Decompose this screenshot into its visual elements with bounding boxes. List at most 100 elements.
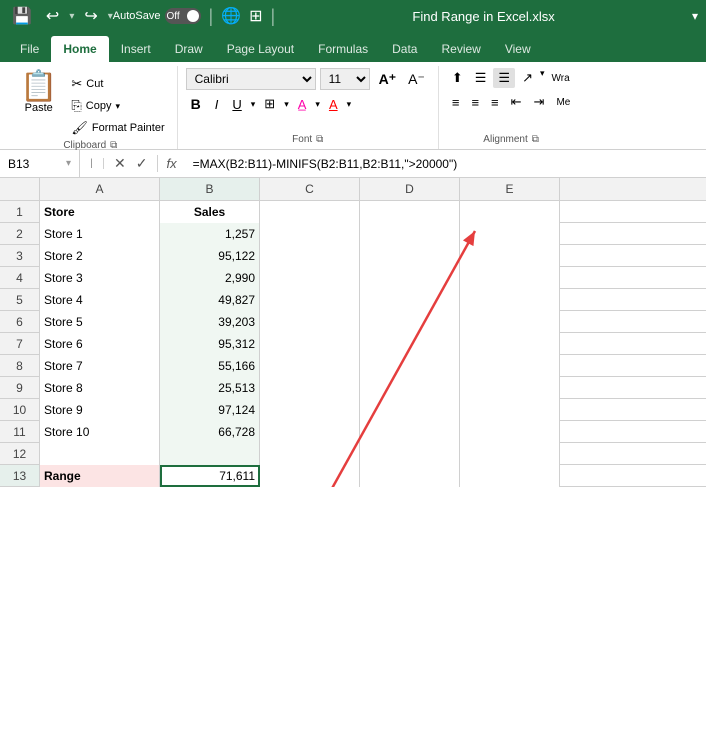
clipboard-expand[interactable]: ⧉ (110, 140, 117, 151)
row-header-9[interactable]: 9 (0, 377, 39, 399)
cell-d10[interactable] (360, 399, 460, 421)
font-color-button[interactable]: A (324, 95, 343, 114)
tab-review[interactable]: Review (429, 36, 492, 62)
col-header-a[interactable]: A (40, 178, 160, 200)
cell-d8[interactable] (360, 355, 460, 377)
align-center-button[interactable]: ≡ (466, 92, 484, 112)
tab-home[interactable]: Home (51, 36, 108, 62)
font-expand[interactable]: ⧉ (316, 134, 323, 145)
cell-e7[interactable] (460, 333, 560, 355)
cell-d12[interactable] (360, 443, 460, 465)
row-header-6[interactable]: 6 (0, 311, 39, 333)
cell-a3[interactable]: Store 2 (40, 245, 160, 267)
cell-reference-box[interactable]: B13 ▾ (0, 150, 80, 177)
cell-e1[interactable] (460, 201, 560, 223)
formula-cancel-button[interactable]: ✕ (110, 155, 130, 172)
row-header-13[interactable]: 13 (0, 465, 39, 487)
cell-a12[interactable] (40, 443, 160, 465)
cell-a6[interactable]: Store 5 (40, 311, 160, 333)
cell-e4[interactable] (460, 267, 560, 289)
orientation-dropdown[interactable]: ▾ (540, 68, 545, 88)
tab-insert[interactable]: Insert (109, 36, 163, 62)
cell-c8[interactable] (260, 355, 360, 377)
orientation-button[interactable]: ↗ (517, 68, 538, 88)
row-header-12[interactable]: 12 (0, 443, 39, 465)
formula-input[interactable] (185, 157, 706, 171)
decrease-indent-button[interactable]: ⇤ (506, 92, 527, 112)
increase-indent-button[interactable]: ⇥ (529, 92, 550, 112)
cell-b4[interactable]: 2,990 (160, 267, 260, 289)
align-left-button[interactable]: ≡ (447, 92, 465, 112)
cell-b9[interactable]: 25,513 (160, 377, 260, 399)
cell-a2[interactable]: Store 1 (40, 223, 160, 245)
tab-data[interactable]: Data (380, 36, 429, 62)
italic-button[interactable]: I (210, 95, 224, 114)
col-header-d[interactable]: D (360, 178, 460, 200)
cell-d2[interactable] (360, 223, 460, 245)
fill-color-button[interactable]: A̲ (293, 95, 312, 114)
wrap-text-button[interactable]: Wra (547, 68, 575, 88)
align-middle-button[interactable]: ☰ (470, 68, 492, 88)
row-header-7[interactable]: 7 (0, 333, 39, 355)
copy-button[interactable]: ⎘ Copy ▾ (67, 96, 168, 116)
cell-b5[interactable]: 49,827 (160, 289, 260, 311)
row-header-3[interactable]: 3 (0, 245, 39, 267)
cell-d9[interactable] (360, 377, 460, 399)
cell-c5[interactable] (260, 289, 360, 311)
row-header-5[interactable]: 5 (0, 289, 39, 311)
border-dropdown[interactable]: ▾ (284, 99, 289, 110)
cell-a1[interactable]: Store (40, 201, 160, 223)
font-color-dropdown[interactable]: ▾ (347, 99, 352, 110)
cell-e10[interactable] (460, 399, 560, 421)
cell-a11[interactable]: Store 10 (40, 421, 160, 443)
cell-a7[interactable]: Store 6 (40, 333, 160, 355)
cell-c6[interactable] (260, 311, 360, 333)
cell-e12[interactable] (460, 443, 560, 465)
cell-a5[interactable]: Store 4 (40, 289, 160, 311)
cell-b7[interactable]: 95,312 (160, 333, 260, 355)
font-size-increase[interactable]: A⁺ (374, 69, 402, 90)
title-dropdown[interactable]: ▾ (692, 9, 698, 23)
cell-c9[interactable] (260, 377, 360, 399)
redo-icon[interactable]: ↪ (80, 4, 101, 28)
cell-d4[interactable] (360, 267, 460, 289)
cell-d7[interactable] (360, 333, 460, 355)
formula-confirm-button[interactable]: ✓ (132, 155, 152, 172)
underline-dropdown[interactable]: ▾ (251, 99, 256, 110)
cell-d5[interactable] (360, 289, 460, 311)
cell-b6[interactable]: 39,203 (160, 311, 260, 333)
tab-file[interactable]: File (8, 36, 51, 62)
cell-b8[interactable]: 55,166 (160, 355, 260, 377)
cell-a8[interactable]: Store 7 (40, 355, 160, 377)
align-right-button[interactable]: ≡ (486, 92, 504, 112)
cell-e2[interactable] (460, 223, 560, 245)
row-header-11[interactable]: 11 (0, 421, 39, 443)
cell-c3[interactable] (260, 245, 360, 267)
col-header-e[interactable]: E (460, 178, 560, 200)
align-top-button[interactable]: ⬆ (447, 68, 468, 88)
cell-c4[interactable] (260, 267, 360, 289)
cell-b2[interactable]: 1,257 (160, 223, 260, 245)
row-header-1[interactable]: 1 (0, 201, 39, 223)
cell-ref-dropdown[interactable]: ▾ (66, 158, 71, 169)
cut-button[interactable]: ✂ Cut (67, 74, 168, 94)
align-bottom-button[interactable]: ☰ (493, 68, 515, 88)
cell-a9[interactable]: Store 8 (40, 377, 160, 399)
cell-c12[interactable] (260, 443, 360, 465)
copy-dropdown[interactable]: ▾ (115, 101, 120, 112)
cell-d13[interactable] (360, 465, 460, 487)
cell-c2[interactable] (260, 223, 360, 245)
cell-c10[interactable] (260, 399, 360, 421)
autosave-toggle[interactable]: Off (165, 8, 201, 24)
cell-d11[interactable] (360, 421, 460, 443)
font-size-decrease[interactable]: A⁻ (403, 69, 430, 90)
font-size-select[interactable]: 11 (320, 68, 370, 90)
border-button[interactable]: ⊞ (259, 94, 280, 114)
cell-a13[interactable]: Range (40, 465, 160, 487)
bold-button[interactable]: B (186, 94, 206, 114)
cell-b3[interactable]: 95,122 (160, 245, 260, 267)
cell-e6[interactable] (460, 311, 560, 333)
cell-d6[interactable] (360, 311, 460, 333)
undo-icon[interactable]: ↩ (42, 4, 63, 28)
cell-e11[interactable] (460, 421, 560, 443)
